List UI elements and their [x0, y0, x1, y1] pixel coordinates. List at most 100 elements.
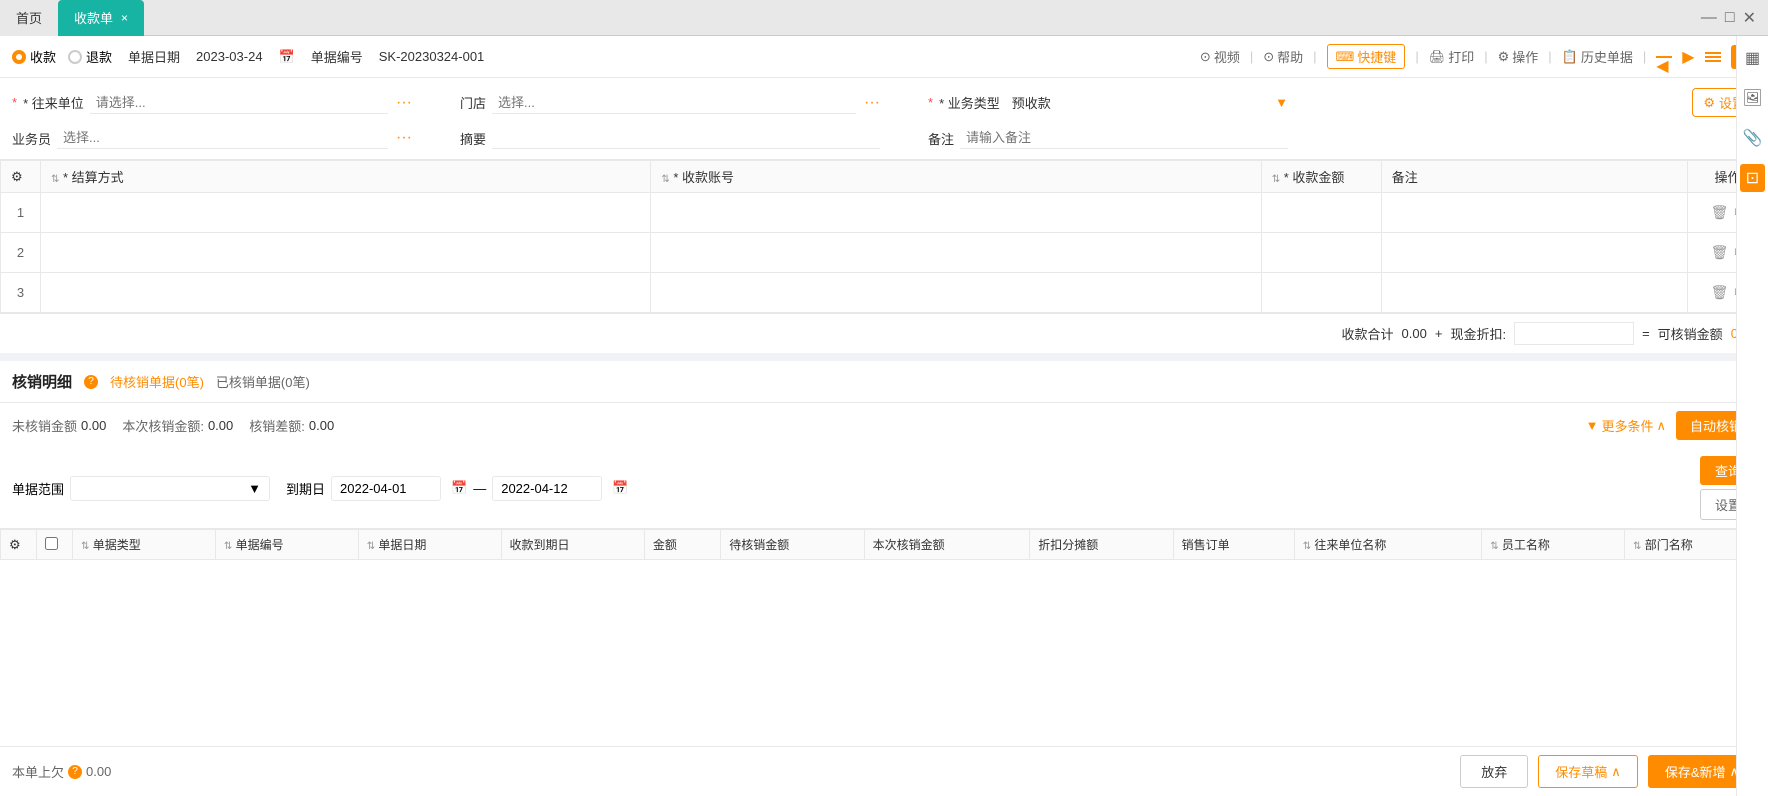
- abandon-btn[interactable]: 放弃: [1460, 755, 1528, 788]
- nav-arrows[interactable]: ◀: [1656, 56, 1672, 58]
- bottom-table: ⚙ ⇅ 单据类型 ⇅ 单据编号 ⇅ 单据日期 收款到期日 金额 待核销金额 本次…: [0, 529, 1768, 560]
- row-num-3: 3: [1, 273, 41, 313]
- section-title: 核销明细: [12, 371, 72, 392]
- remark-1[interactable]: [1381, 193, 1687, 233]
- doc-date-value[interactable]: 2023-03-24: [196, 49, 263, 64]
- payment-method-3[interactable]: [41, 273, 651, 313]
- filter-area: 单据范围 ▼ 到期日 📅 — 📅 查询 设置: [0, 448, 1768, 529]
- pending-tab[interactable]: 待核销单据(0笔): [110, 372, 204, 391]
- remark-2[interactable]: [1381, 233, 1687, 273]
- date-from-input[interactable]: [331, 476, 441, 501]
- business-type-label: * 业务类型: [939, 93, 1000, 112]
- amount-2[interactable]: [1261, 233, 1381, 273]
- form-area: * * 往来单位 ··· 门店 ··· * * 业务类型 预收款 ▼ ⚙ 设置: [0, 78, 1768, 160]
- counterpart-input[interactable]: [90, 92, 388, 114]
- counterpart-field: * * 往来单位 ···: [12, 92, 412, 114]
- col-account: ⇅ * 收款账号: [651, 161, 1261, 193]
- receipt-table-container: ⚙ ⇅ * 结算方式 ⇅ * 收款账号 ⇅ * 收款金额 备注 操作: [0, 160, 1768, 313]
- doc-range-field: 单据范围 ▼: [12, 476, 270, 501]
- right-arrow[interactable]: ▶: [1682, 47, 1694, 67]
- refund-radio[interactable]: 退款: [68, 47, 112, 66]
- tab-home[interactable]: 首页: [0, 0, 58, 36]
- select-all-checkbox[interactable]: [45, 537, 58, 550]
- bottom-col-due-date: 收款到期日: [501, 530, 644, 560]
- account-1[interactable]: [651, 193, 1261, 233]
- payment-method-1[interactable]: [41, 193, 651, 233]
- col-amount: ⇅ * 收款金额: [1261, 161, 1381, 193]
- gear-icon[interactable]: ⚙: [9, 537, 21, 552]
- amount-3[interactable]: [1261, 273, 1381, 313]
- draft-arrow-icon[interactable]: ∧: [1611, 764, 1621, 780]
- print-btn[interactable]: 🖨 打印: [1429, 47, 1475, 66]
- shortcut-icon: ⌨: [1336, 49, 1355, 65]
- shortcut-btn[interactable]: ⌨ 快捷键: [1327, 44, 1406, 69]
- maximize-btn[interactable]: □: [1725, 9, 1735, 27]
- history-icon: 📋: [1562, 49, 1578, 65]
- bottom-table-container: ⚙ ⇅ 单据类型 ⇅ 单据编号 ⇅ 单据日期 收款到期日 金额 待核销金额 本次…: [0, 529, 1768, 746]
- gear-icon[interactable]: ⚙: [11, 169, 23, 184]
- remark-3[interactable]: [1381, 273, 1687, 313]
- delete-icon-3[interactable]: 🗑: [1711, 284, 1729, 301]
- tab-receipt[interactable]: 收款单 ×: [58, 0, 144, 36]
- form-row-2: 业务员 ··· 摘要 备注: [12, 127, 1756, 149]
- discount-label: 现金折扣:: [1450, 324, 1506, 343]
- col-gear[interactable]: ⚙: [1, 161, 41, 193]
- operation-btn[interactable]: ⚙ 操作: [1498, 47, 1539, 66]
- sidebar-attachment-icon[interactable]: 📎: [1739, 124, 1767, 152]
- summary-input[interactable]: [492, 127, 880, 149]
- doc-range-label: 单据范围: [12, 479, 64, 498]
- tab-bar: 首页 收款单 × — □ ✕: [0, 0, 1768, 36]
- calendar-icon[interactable]: 📅: [279, 49, 295, 65]
- form-row-1: * * 往来单位 ··· 门店 ··· * * 业务类型 预收款 ▼ ⚙ 设置: [12, 88, 1756, 117]
- business-type-arrow[interactable]: ▼: [1275, 95, 1288, 110]
- calendar-to-icon[interactable]: 📅: [612, 480, 628, 496]
- sidebar-image-icon[interactable]: 🖼: [1738, 84, 1766, 112]
- receipt-radio[interactable]: 收款: [12, 47, 56, 66]
- store-more-icon[interactable]: ···: [864, 94, 880, 112]
- amount-1[interactable]: [1261, 193, 1381, 233]
- calendar-from-icon[interactable]: 📅: [451, 480, 467, 496]
- staff-more-icon[interactable]: ···: [396, 129, 412, 147]
- bottom-col-gear[interactable]: ⚙: [1, 530, 37, 560]
- date-to-input[interactable]: [492, 476, 602, 501]
- account-2[interactable]: [651, 233, 1261, 273]
- staff-input[interactable]: [57, 127, 388, 149]
- done-tab[interactable]: 已核销单据(0笔): [216, 372, 310, 391]
- account-3[interactable]: [651, 273, 1261, 313]
- staff-label: 业务员: [12, 129, 51, 148]
- video-btn[interactable]: ⊙ 视频: [1200, 47, 1240, 66]
- delete-icon-1[interactable]: 🗑: [1711, 204, 1729, 221]
- dash-separator: —: [473, 481, 486, 496]
- minimize-btn[interactable]: —: [1701, 9, 1717, 27]
- sidebar-table-icon[interactable]: ▦: [1741, 44, 1764, 72]
- sort-icon: ⇅: [661, 174, 669, 185]
- discount-input[interactable]: [1514, 322, 1634, 345]
- chevron-up-icon: ∧: [1656, 418, 1666, 434]
- main-content: 收款 退款 单据日期 2023-03-24 📅 单据编号 SK-20230324…: [0, 36, 1768, 796]
- doc-no-label: 单据编号: [311, 47, 363, 66]
- doc-range-select[interactable]: ▼: [70, 476, 270, 501]
- counterpart-more-icon[interactable]: ···: [396, 94, 412, 112]
- delete-icon-2[interactable]: 🗑: [1711, 244, 1729, 261]
- bottom-col-amount: 金额: [644, 530, 720, 560]
- bottom-col-discount: 折扣分摊额: [1030, 530, 1173, 560]
- store-input[interactable]: [492, 92, 856, 114]
- draft-btn[interactable]: 保存草稿 ∧: [1538, 755, 1638, 788]
- receipt-radio-dot: [12, 50, 26, 64]
- remark-input[interactable]: [960, 127, 1288, 149]
- payment-method-2[interactable]: [41, 233, 651, 273]
- sidebar-scan-icon[interactable]: ⊡: [1740, 164, 1765, 192]
- row-num-2: 2: [1, 233, 41, 273]
- sort-icon: ⇅: [1272, 174, 1280, 185]
- history-btn[interactable]: 📋 历史单据: [1562, 47, 1633, 66]
- close-btn[interactable]: ✕: [1743, 8, 1756, 28]
- remark-field: 备注: [928, 127, 1288, 149]
- more-conditions-btn[interactable]: ▼ 更多条件 ∧: [1586, 416, 1666, 435]
- per-page-info-icon[interactable]: ?: [68, 765, 82, 779]
- menu-lines[interactable]: [1705, 52, 1721, 62]
- operation-icon: ⚙: [1498, 49, 1510, 65]
- help-btn[interactable]: ⊙ 帮助: [1263, 47, 1303, 66]
- equals-sign: =: [1642, 326, 1650, 341]
- tab-close-icon[interactable]: ×: [121, 11, 128, 25]
- info-icon[interactable]: ?: [84, 375, 98, 389]
